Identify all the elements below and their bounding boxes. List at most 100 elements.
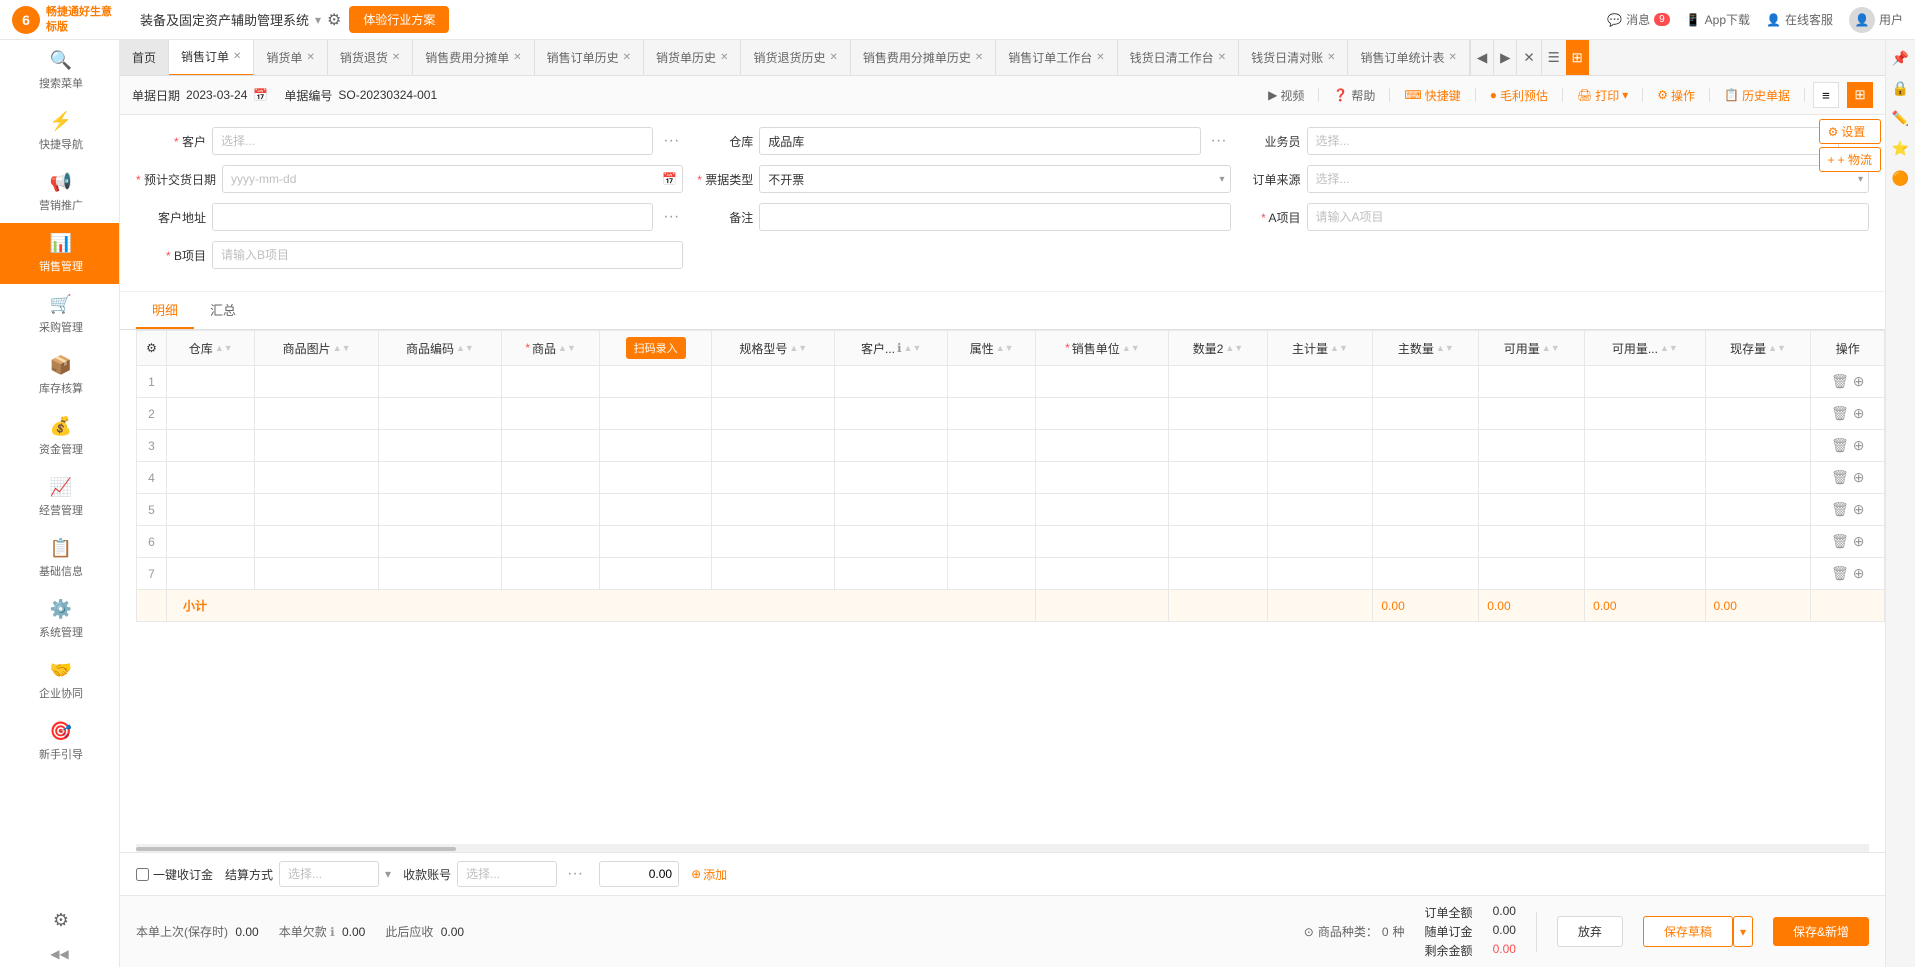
row4-customer-code[interactable] (835, 462, 948, 494)
row6-unit[interactable] (1036, 526, 1169, 558)
invoice-input[interactable] (759, 165, 1230, 193)
row4-warehouse[interactable] (167, 462, 255, 494)
tab-close-sales-goods[interactable]: ✕ (306, 52, 314, 63)
row4-spec[interactable] (712, 462, 835, 494)
row6-warehouse[interactable] (167, 526, 255, 558)
sidebar-item-system[interactable]: ⚙️ 系统管理 (0, 589, 119, 650)
sidebar-item-nav[interactable]: ⚡ 快捷导航 (0, 101, 119, 162)
row7-product[interactable] (502, 558, 600, 590)
row3-customer-code[interactable] (835, 430, 948, 462)
row3-unit[interactable] (1036, 430, 1169, 462)
delivery-input[interactable] (222, 165, 683, 193)
row1-customer-code[interactable] (835, 366, 948, 398)
row1-product[interactable] (502, 366, 600, 398)
th-attr-sort[interactable]: 属性 ▲▼ (970, 340, 1014, 357)
row7-qty2[interactable] (1169, 558, 1267, 590)
right-sidebar-lock-icon[interactable]: 🔒 (1887, 74, 1915, 102)
system-dropdown-icon[interactable]: ▾ (315, 13, 321, 27)
row2-spec[interactable] (712, 398, 835, 430)
row7-main-qty[interactable] (1373, 558, 1479, 590)
th-image-sort[interactable]: 商品图片 ▲▼ (283, 340, 351, 357)
save-new-btn[interactable]: 保存&新增 (1773, 917, 1869, 946)
sidebar-item-guide[interactable]: 🎯 新手引导 (0, 711, 119, 772)
row5-spec[interactable] (712, 494, 835, 526)
tab-close-expense-history[interactable]: ✕ (975, 52, 983, 63)
row1-warehouse[interactable] (167, 366, 255, 398)
remark-input[interactable] (759, 203, 1230, 231)
row1-code[interactable] (378, 366, 501, 398)
row2-main-qty[interactable] (1373, 398, 1479, 430)
row5-attr[interactable] (947, 494, 1035, 526)
row6-code[interactable] (378, 526, 501, 558)
tab-sales-order[interactable]: 销售订单 ✕ (169, 40, 254, 76)
row4-main-unit[interactable] (1267, 462, 1373, 494)
th-available-sort[interactable]: 可用量 ▲▼ (1504, 340, 1560, 357)
view-btn[interactable]: ▶ 视频 (1262, 85, 1310, 106)
row7-main-unit[interactable] (1267, 558, 1373, 590)
th-qty2-sort[interactable]: 数量2 ▲▼ (1193, 340, 1244, 357)
one-click-checkbox-label[interactable]: 一键收订金 (136, 866, 213, 883)
row5-customer-code[interactable] (835, 494, 948, 526)
row2-warehouse[interactable] (167, 398, 255, 430)
tab-close-return[interactable]: ✕ (392, 52, 400, 63)
tab-workbench[interactable]: 销售订单工作台 ✕ (996, 40, 1117, 76)
row4-copy-icon[interactable]: ⊕ (1853, 469, 1865, 486)
settings-action-btn[interactable]: ⚙ 设置 (1819, 119, 1881, 144)
row1-main-qty[interactable] (1373, 366, 1479, 398)
row5-warehouse[interactable] (167, 494, 255, 526)
tab-close-reconcile[interactable]: ✕ (1327, 52, 1335, 63)
row6-qty2[interactable] (1169, 526, 1267, 558)
one-click-checkbox[interactable] (136, 868, 149, 881)
profit-btn[interactable]: ● 毛利预估 (1484, 85, 1554, 106)
row7-unit[interactable] (1036, 558, 1169, 590)
tab-detail[interactable]: 明细 (136, 292, 194, 329)
row7-spec[interactable] (712, 558, 835, 590)
tab-reconcile[interactable]: 钱货日清对账 ✕ (1239, 40, 1348, 76)
row3-qty2[interactable] (1169, 430, 1267, 462)
message-btn[interactable]: 💬 消息 9 (1607, 11, 1670, 28)
scan-btn[interactable]: 扫码录入 (626, 337, 686, 359)
th-current-sort[interactable]: 现存量 ▲▼ (1730, 340, 1786, 357)
tab-nav-prev[interactable]: ◀ (1470, 40, 1493, 76)
row1-delete-icon[interactable]: 🗑 (1831, 373, 1849, 390)
tab-close-return-history[interactable]: ✕ (829, 52, 837, 63)
salesperson-input[interactable] (1307, 127, 1839, 155)
row5-main-qty[interactable] (1373, 494, 1479, 526)
row7-attr[interactable] (947, 558, 1035, 590)
scroll-thumb[interactable] (136, 847, 456, 851)
row6-main-unit[interactable] (1267, 526, 1373, 558)
discard-btn[interactable]: 放弃 (1557, 916, 1623, 947)
payment-method-dropdown[interactable]: ▾ (385, 867, 391, 881)
row2-unit[interactable] (1036, 398, 1169, 430)
row5-copy-icon[interactable]: ⊕ (1853, 501, 1865, 518)
right-sidebar-star-icon[interactable]: ⭐ (1887, 134, 1915, 162)
row4-main-qty[interactable] (1373, 462, 1479, 494)
th-main-unit-sort[interactable]: 主计量 ▲▼ (1292, 340, 1348, 357)
row7-customer-code[interactable] (835, 558, 948, 590)
th-unit-sort[interactable]: * 销售单位 ▲▼ (1065, 340, 1140, 357)
sidebar-item-collab[interactable]: 🤝 企业协同 (0, 650, 119, 711)
sidebar-collapse-btn[interactable]: ◀◀ (0, 941, 119, 967)
row1-spec[interactable] (712, 366, 835, 398)
tab-nav-menu[interactable]: ☰ (1541, 40, 1566, 76)
row1-copy-icon[interactable]: ⊕ (1853, 373, 1865, 390)
save-draft-btn[interactable]: 保存草稿 (1643, 916, 1733, 947)
print-btn[interactable]: 🖨 打印 ▾ (1571, 85, 1634, 106)
tab-close-stats[interactable]: ✕ (1449, 52, 1457, 63)
sidebar-item-finance[interactable]: 💰 资金管理 (0, 406, 119, 467)
tab-goods-history[interactable]: 销货单历史 ✕ (644, 40, 741, 76)
warehouse-more-btn[interactable]: ··· (1207, 132, 1231, 150)
tab-nav-expand[interactable]: ⊞ (1566, 40, 1589, 76)
th-product-sort[interactable]: * 商品 ▲▼ (525, 340, 576, 357)
th-available2-sort[interactable]: 可用量... ▲▼ (1612, 340, 1678, 357)
tab-close-goods-history[interactable]: ✕ (720, 52, 728, 63)
tab-order-history[interactable]: 销售订单历史 ✕ (535, 40, 644, 76)
invoice-dropdown-icon[interactable]: ▾ (1220, 174, 1225, 185)
tab-expense[interactable]: 销售费用分摊单 ✕ (413, 40, 534, 76)
th-warehouse-sort[interactable]: 仓库 ▲▼ (189, 340, 233, 357)
row6-product[interactable] (502, 526, 600, 558)
tab-sales-goods[interactable]: 销货单 ✕ (254, 40, 327, 76)
system-settings-icon[interactable]: ⚙ (327, 10, 341, 30)
row7-warehouse[interactable] (167, 558, 255, 590)
sidebar-item-purchase[interactable]: 🛒 采购管理 (0, 284, 119, 345)
